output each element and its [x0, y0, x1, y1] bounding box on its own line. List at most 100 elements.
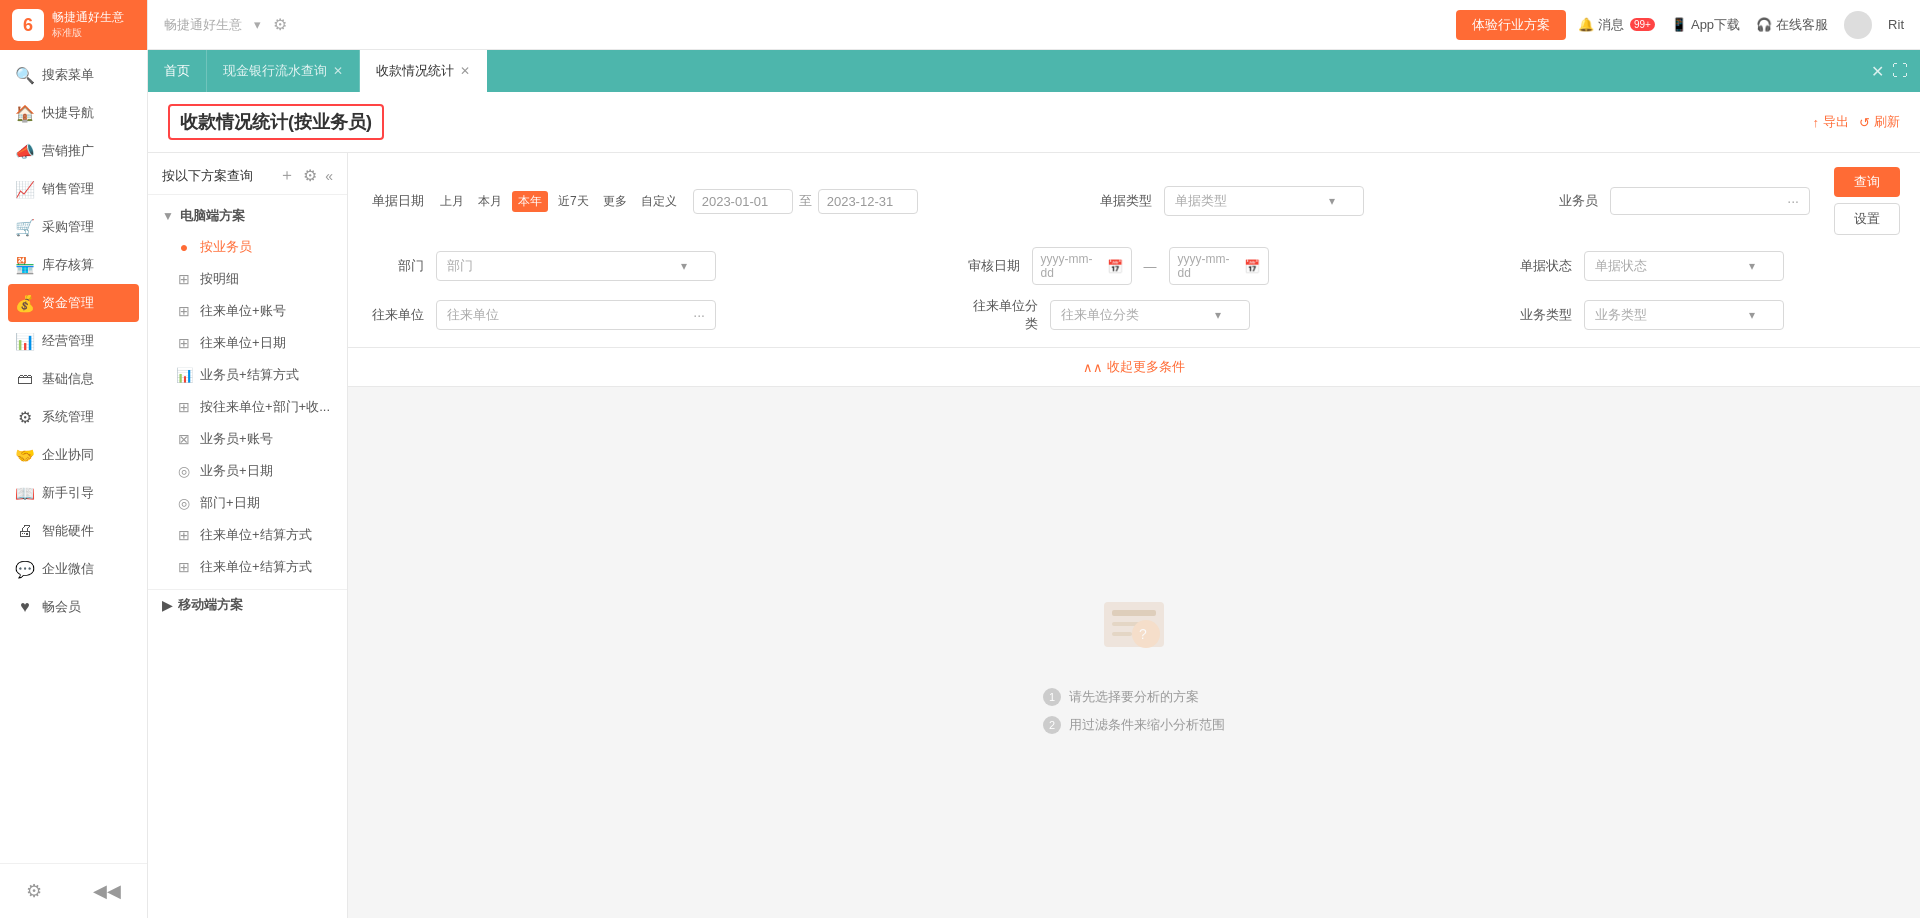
date-btn-last-month[interactable]: 上月: [436, 191, 468, 212]
header-dropdown-icon[interactable]: ▾: [254, 17, 261, 32]
download-action[interactable]: 📱 App下载: [1671, 16, 1740, 34]
sidebar-item-hardware-label: 智能硬件: [42, 522, 94, 540]
refresh-button[interactable]: ↺ 刷新: [1859, 113, 1900, 131]
scheme-item-salesperson-date[interactable]: ◎ 业务员+日期: [148, 455, 347, 487]
trial-button[interactable]: 体验行业方案: [1456, 10, 1566, 40]
counterpart-input[interactable]: 往来单位 ···: [436, 300, 716, 330]
scheme-label-salesperson-settlement: 业务员+结算方式: [200, 366, 299, 384]
query-button[interactable]: 查询: [1834, 167, 1900, 197]
sidebar-item-search[interactable]: 🔍 搜索菜单: [0, 56, 147, 94]
export-icon: ↑: [1813, 115, 1820, 130]
empty-state: ? 1 请先选择要分析的方案 2 用过滤条件来缩小分析范围: [348, 387, 1920, 918]
date-to-input[interactable]: 2023-12-31: [818, 189, 918, 214]
tab-collection-stat-label: 收款情况统计: [376, 62, 454, 80]
collapse-footer-icon[interactable]: ◀◀: [87, 874, 127, 908]
sidebar-item-quicknav[interactable]: 🏠 快捷导航: [0, 94, 147, 132]
counterpart-cat-select[interactable]: 往来单位分类 ▾: [1050, 300, 1250, 330]
tip-1-num: 1: [1043, 688, 1061, 706]
chart-icon: 📈: [16, 180, 34, 198]
scheme-item-dept-date[interactable]: ◎ 部门+日期: [148, 487, 347, 519]
sidebar-item-newguide[interactable]: 📖 新手引导: [0, 474, 147, 512]
collapse-button[interactable]: ∧∧ 收起更多条件: [1083, 358, 1185, 376]
scheme-item-unit-dept[interactable]: ⊞ 按往来单位+部门+收...: [148, 391, 347, 423]
scheme-item-unit-settlement1[interactable]: ⊞ 往来单位+结算方式: [148, 519, 347, 551]
sidebar-item-purchase[interactable]: 🛒 采购管理: [0, 208, 147, 246]
review-date-to[interactable]: yyyy-mm-dd 📅: [1169, 247, 1269, 285]
date-btn-this-year[interactable]: 本年: [512, 191, 548, 212]
service-action[interactable]: 🎧 在线客服: [1756, 16, 1828, 34]
biz-type-select[interactable]: 业务类型 ▾: [1584, 300, 1784, 330]
sidebar-item-enterprise[interactable]: 🤝 企业协同: [0, 436, 147, 474]
tab-collection-stat[interactable]: 收款情况统计 ✕: [360, 50, 487, 92]
collapse-row: ∧∧ 收起更多条件: [348, 348, 1920, 387]
scheme-label-by-salesperson: 按业务员: [200, 238, 252, 256]
scheme-item-unit-account[interactable]: ⊞ 往来单位+账号: [148, 295, 347, 327]
settings-footer-icon[interactable]: ⚙: [20, 874, 48, 908]
guide-icon: 📖: [16, 484, 34, 502]
doc-status-label: 单据状态: [1500, 257, 1572, 275]
doc-status-select[interactable]: 单据状态 ▾: [1584, 251, 1784, 281]
main-area: 畅捷通好生意 ▾ ⚙ 体验行业方案 🔔 消息 99+ 📱 App下载 🎧 在线客…: [148, 0, 1920, 918]
tab-bank-flow-close[interactable]: ✕: [333, 64, 343, 78]
sidebar-item-finance[interactable]: 💰 资金管理: [8, 284, 139, 322]
scheme-item-salesperson-settlement[interactable]: 📊 业务员+结算方式: [148, 359, 347, 391]
date-btn-this-month[interactable]: 本月: [474, 191, 506, 212]
scheme-icon-dept-date: ◎: [176, 495, 192, 511]
basic-icon: 🗃: [16, 370, 34, 388]
sidebar-item-system[interactable]: ⚙ 系统管理: [0, 398, 147, 436]
date-btn-custom[interactable]: 自定义: [637, 191, 681, 212]
doc-type-dropdown-icon: ▾: [1329, 194, 1335, 208]
messages-label: 消息: [1598, 16, 1624, 34]
scheme-settings-icon[interactable]: ⚙: [303, 166, 317, 185]
scheme-icon-unit-date: ⊞: [176, 335, 192, 351]
maximize-window-icon[interactable]: ⛶: [1892, 62, 1908, 80]
sidebar-item-inventory[interactable]: 🏪 库存核算: [0, 246, 147, 284]
date-label: 单据日期: [368, 192, 424, 210]
scheme-item-by-detail[interactable]: ⊞ 按明细: [148, 263, 347, 295]
header-gear-icon[interactable]: ⚙: [273, 15, 287, 34]
date-btn-more[interactable]: 更多: [599, 191, 631, 212]
biz-type-label: 业务类型: [1500, 306, 1572, 324]
sidebar-item-member[interactable]: ♥ 畅会员: [0, 588, 147, 626]
sidebar-item-system-label: 系统管理: [42, 408, 94, 426]
settings-button[interactable]: 设置: [1834, 203, 1900, 235]
panel-collapse-icon[interactable]: «: [325, 168, 333, 184]
tab-home[interactable]: 首页: [148, 50, 207, 92]
warehouse-icon: 🏪: [16, 256, 34, 274]
tab-collection-stat-close[interactable]: ✕: [460, 64, 470, 78]
finance-icon: 💰: [16, 294, 34, 312]
date-from-input[interactable]: 2023-01-01: [693, 189, 793, 214]
calendar-icon-2: 📅: [1244, 259, 1260, 274]
salesperson-input[interactable]: ···: [1610, 187, 1810, 215]
collapse-up-icon: ∧∧: [1083, 360, 1103, 375]
sidebar-item-marketing[interactable]: 📣 营销推广: [0, 132, 147, 170]
add-scheme-button[interactable]: ＋: [279, 165, 295, 186]
home-icon: 🏠: [16, 104, 34, 122]
scheme-item-unit-date[interactable]: ⊞ 往来单位+日期: [148, 327, 347, 359]
user-avatar[interactable]: [1844, 11, 1872, 39]
date-btn-7days[interactable]: 近7天: [554, 191, 593, 212]
sidebar-item-sales[interactable]: 📈 销售管理: [0, 170, 147, 208]
window-buttons: ✕ ⛶: [1871, 62, 1920, 81]
tab-bank-flow[interactable]: 现金银行流水查询 ✕: [207, 50, 360, 92]
scheme-icon-salesperson-settlement: 📊: [176, 367, 192, 383]
scheme-item-salesperson-account[interactable]: ⊠ 业务员+账号: [148, 423, 347, 455]
mobile-scheme-header[interactable]: ▶ 移动端方案: [148, 589, 347, 620]
messages-action[interactable]: 🔔 消息 99+: [1578, 16, 1655, 34]
sidebar-item-operations[interactable]: 📊 经营管理: [0, 322, 147, 360]
doc-type-select[interactable]: 单据类型 ▾: [1164, 186, 1364, 216]
sidebar-item-wechat[interactable]: 💬 企业微信: [0, 550, 147, 588]
scheme-item-unit-settlement2[interactable]: ⊞ 往来单位+结算方式: [148, 551, 347, 583]
sidebar-item-hardware[interactable]: 🖨 智能硬件: [0, 512, 147, 550]
close-window-icon[interactable]: ✕: [1871, 62, 1884, 81]
salesperson-more-icon[interactable]: ···: [1787, 193, 1799, 209]
sidebar-item-inventory-label: 库存核算: [42, 256, 94, 274]
sidebar-item-basic[interactable]: 🗃 基础信息: [0, 360, 147, 398]
review-date-from[interactable]: yyyy-mm-dd 📅: [1032, 247, 1132, 285]
mobile-arrow-icon: ▶: [162, 598, 172, 613]
export-button[interactable]: ↑ 导出: [1813, 113, 1850, 131]
counterpart-more-icon[interactable]: ···: [693, 307, 705, 323]
desktop-scheme-header[interactable]: ▼ 电脑端方案: [148, 201, 347, 231]
scheme-item-by-salesperson[interactable]: ● 按业务员: [148, 231, 347, 263]
dept-select[interactable]: 部门 ▾: [436, 251, 716, 281]
